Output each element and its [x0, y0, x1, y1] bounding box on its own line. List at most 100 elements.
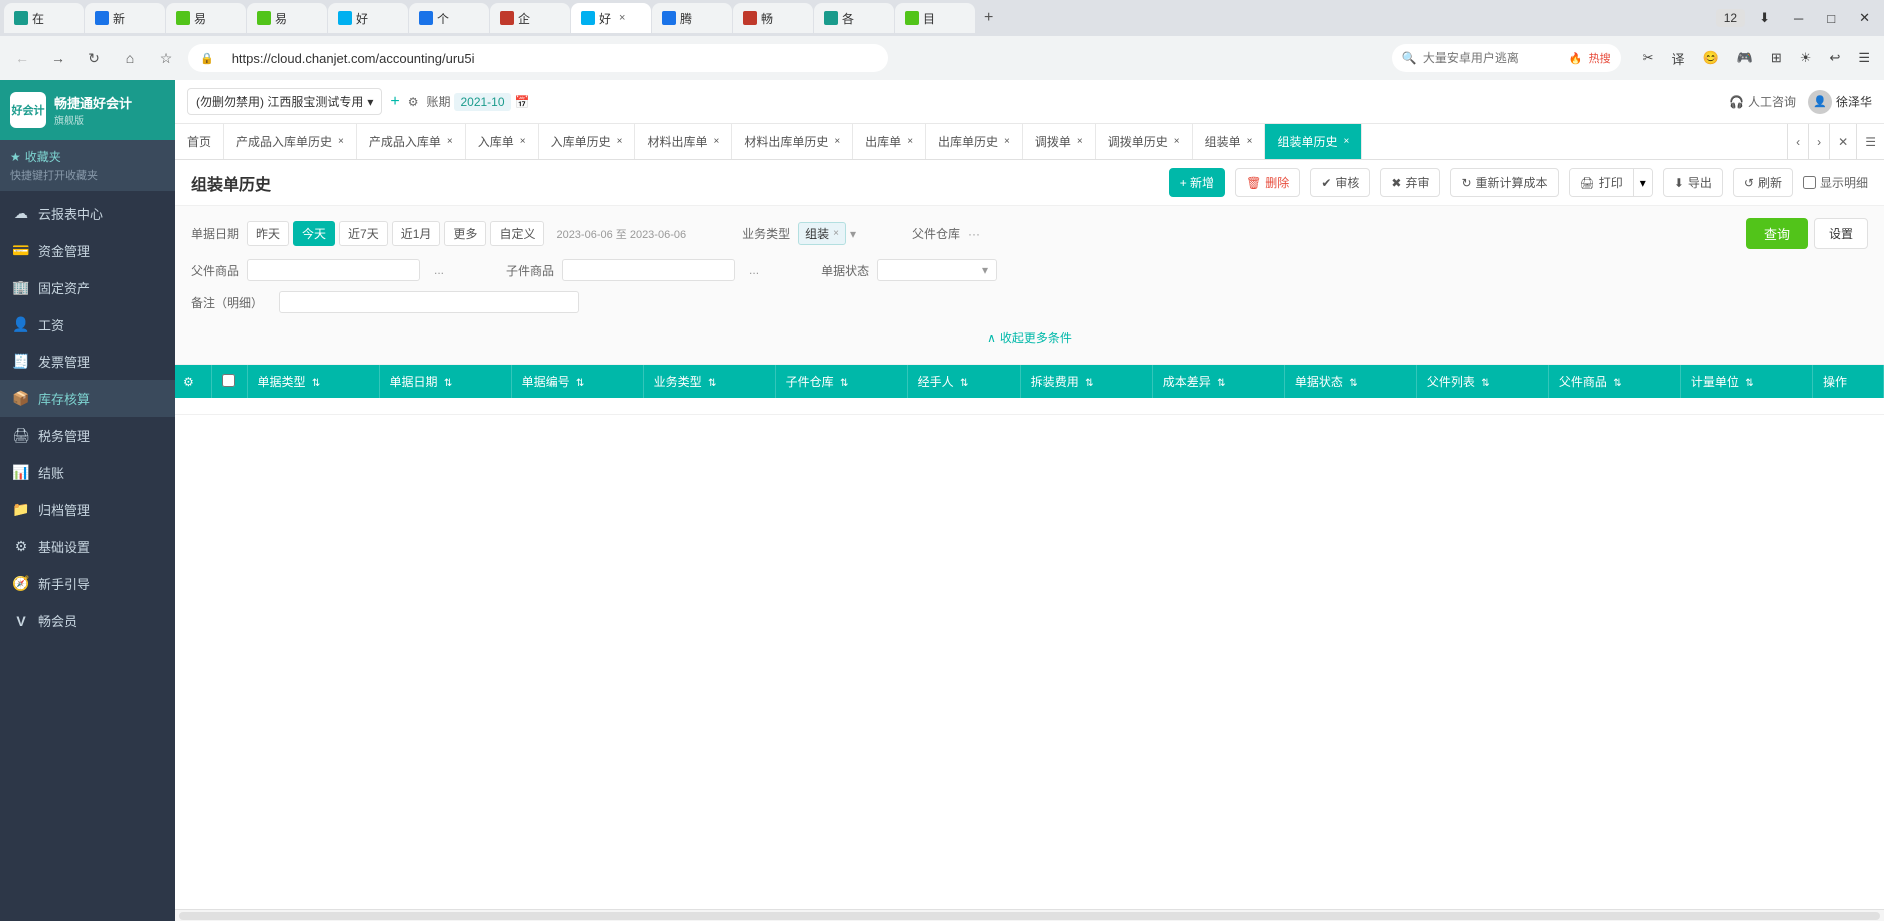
child-goods-field[interactable] [571, 263, 726, 277]
sidebar-item-member[interactable]: V 畅会员 [0, 602, 175, 639]
extension-icon-1[interactable]: 😊 [1697, 46, 1725, 70]
date-btn-more[interactable]: 更多 [444, 221, 486, 246]
col-type[interactable]: 单据类型 ⇅ [247, 365, 379, 398]
sidebar-item-invoices[interactable]: 🧾 发票管理 [0, 343, 175, 380]
page-tab-10[interactable]: 调拨单历史 × [1096, 124, 1193, 160]
col-handler[interactable]: 经手人 ⇅ [907, 365, 1020, 398]
window-maximize[interactable]: □ [1817, 7, 1845, 30]
page-tab-6[interactable]: 材料出库单历史 × [732, 124, 853, 160]
date-btn-custom[interactable]: 自定义 [490, 221, 544, 246]
sidebar-item-funds[interactable]: 💳 资金管理 [0, 232, 175, 269]
browser-tab-4[interactable]: 好 [328, 3, 408, 33]
export-button[interactable]: ⬇ 导出 [1663, 168, 1723, 197]
home-button[interactable]: ⌂ [116, 44, 144, 72]
col-date[interactable]: 单据日期 ⇅ [379, 365, 511, 398]
table-settings-header[interactable]: ⚙ [175, 365, 211, 398]
collapse-button[interactable]: ∧ 收起更多条件 [981, 323, 1078, 352]
parent-goods-input[interactable] [247, 259, 420, 281]
page-tab-close-3[interactable]: × [520, 136, 526, 147]
delete-button[interactable]: 🗑 删除 [1235, 168, 1300, 197]
browser-tab-2[interactable]: 易 [166, 3, 246, 33]
parent-goods-field[interactable] [256, 263, 411, 277]
sidebar-logo[interactable]: 好会计 畅捷通好会计 旗舰版 [0, 80, 175, 140]
col-disassemble[interactable]: 拆装费用 ⇅ [1020, 365, 1152, 398]
child-goods-input[interactable] [562, 259, 735, 281]
page-tab-close-5[interactable]: × [713, 136, 719, 147]
new-tab-button[interactable]: + [976, 5, 1001, 31]
sidebar-item-tax[interactable]: 🖨 税务管理 [0, 417, 175, 454]
date-btn-1month[interactable]: 近1月 [392, 221, 441, 246]
settings-button[interactable]: 设置 [1814, 218, 1868, 249]
page-tab-8[interactable]: 出库单历史 × [926, 124, 1023, 160]
bookmark-button[interactable]: ☆ [152, 44, 180, 72]
page-tab-2[interactable]: 产成品入库单 × [357, 124, 466, 160]
sidebar-item-guide[interactable]: 🧭 新手引导 [0, 565, 175, 602]
page-tab-11[interactable]: 组装单 × [1193, 124, 1266, 160]
add-company-button[interactable]: + [390, 93, 399, 111]
checkbox-header[interactable] [211, 365, 247, 398]
search-input[interactable] [1423, 51, 1563, 65]
browser-tab-3[interactable]: 易 [247, 3, 327, 33]
extension-icon-2[interactable]: 🎮 [1731, 46, 1759, 70]
sidebar-item-cloud-reports[interactable]: ☁ 云报表中心 [0, 195, 175, 232]
company-selector[interactable]: (勿删勿禁用) 江西服宝测试专用 ▾ [187, 88, 382, 115]
col-parent-goods[interactable]: 父件商品 ⇅ [1548, 365, 1680, 398]
date-btn-7days[interactable]: 近7天 [339, 221, 388, 246]
page-tab-home[interactable]: 首页 [175, 124, 224, 160]
page-tab-7[interactable]: 出库单 × [853, 124, 926, 160]
col-number[interactable]: 单据编号 ⇅ [511, 365, 643, 398]
browser-tab-9[interactable]: 畅 [733, 3, 813, 33]
brightness-icon[interactable]: ☀ [1794, 46, 1818, 70]
calendar-icon[interactable]: 📅 [515, 95, 530, 109]
page-tab-close-4[interactable]: × [617, 136, 623, 147]
select-all-checkbox[interactable] [222, 374, 235, 387]
sidebar-item-closing[interactable]: 📊 结账 [0, 454, 175, 491]
col-cost-diff[interactable]: 成本差异 ⇅ [1152, 365, 1284, 398]
history-icon[interactable]: ↩ [1823, 46, 1846, 70]
back-button[interactable]: ← [8, 44, 36, 72]
approve-button[interactable]: ✔ 审核 [1310, 168, 1370, 197]
window-minimize[interactable]: ─ [1784, 7, 1813, 30]
tab-nav-close[interactable]: ✕ [1830, 124, 1857, 160]
forward-button[interactable]: → [44, 44, 72, 72]
parent-goods-dots[interactable]: ... [428, 261, 450, 279]
add-button[interactable]: + 新增 [1169, 168, 1225, 197]
recalculate-button[interactable]: ↻ 重新计算成本 [1450, 168, 1558, 197]
child-goods-dots[interactable]: ... [743, 261, 765, 279]
tab-nav-right[interactable]: › [1809, 124, 1830, 160]
browser-tab-8[interactable]: 腾 [652, 3, 732, 33]
sidebar-item-settings[interactable]: ⚙ 基础设置 [0, 528, 175, 565]
sidebar-bookmarks[interactable]: ★ 收藏夹 快捷键打开收藏夹 [0, 140, 175, 191]
date-btn-yesterday[interactable]: 昨天 [247, 221, 289, 246]
browser-tab-0[interactable]: 在 [4, 3, 84, 33]
status-select[interactable]: ▾ [877, 259, 997, 281]
col-unit[interactable]: 计量单位 ⇅ [1680, 365, 1812, 398]
address-input[interactable] [220, 44, 876, 72]
page-tab-close-11[interactable]: × [1247, 136, 1253, 147]
tab-nav-left[interactable]: ‹ [1788, 124, 1809, 160]
browser-tab-7[interactable]: 好 × [571, 3, 651, 33]
tag-close[interactable]: × [833, 228, 839, 239]
page-tab-close-6[interactable]: × [834, 136, 840, 147]
user-info[interactable]: 👤 徐泽华 [1808, 90, 1872, 114]
page-tab-close-12[interactable]: × [1343, 136, 1349, 147]
page-tab-close-1[interactable]: × [338, 136, 344, 147]
refresh-button[interactable]: ↺ 刷新 [1733, 168, 1793, 197]
date-btn-today[interactable]: 今天 [293, 221, 335, 246]
tab-download-icon[interactable]: ⬇ [1749, 6, 1780, 30]
window-close[interactable]: ✕ [1849, 6, 1880, 30]
grid-icon[interactable]: ⊞ [1765, 46, 1788, 70]
page-tab-close-2[interactable]: × [447, 136, 453, 147]
scissors-icon[interactable]: ✂ [1637, 46, 1660, 70]
sidebar-item-fixed-assets[interactable]: 🏢 固定资产 [0, 269, 175, 306]
page-tab-close-8[interactable]: × [1004, 136, 1010, 147]
reject-button[interactable]: ✖ 弃审 [1380, 168, 1440, 197]
page-tab-close-9[interactable]: × [1077, 136, 1083, 147]
page-tab-1[interactable]: 产成品入库单历史 × [224, 124, 357, 160]
menu-icon[interactable]: ☰ [1852, 46, 1876, 70]
page-tab-9[interactable]: 调拨单 × [1023, 124, 1096, 160]
remark-field[interactable] [288, 295, 570, 309]
business-type-dropdown[interactable]: ▾ [850, 227, 856, 241]
parent-warehouse-dots[interactable]: ··· [968, 227, 980, 241]
tab-nav-settings[interactable]: ☰ [1857, 124, 1884, 160]
